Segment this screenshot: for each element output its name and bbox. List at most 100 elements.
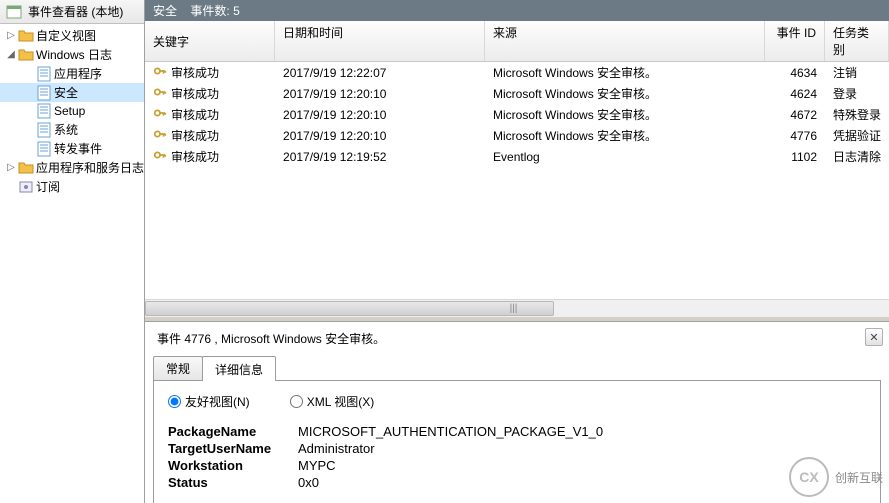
- cell-category: 日志清除: [825, 147, 889, 166]
- cell-datetime: 2017/9/19 12:20:10: [275, 128, 485, 144]
- tree-body[interactable]: ▷自定义视图 ◢ Windows 日志应用程序安全Setup系统转发事件▷应用程序和…: [0, 24, 144, 503]
- expander-icon[interactable]: [22, 142, 36, 156]
- event-row[interactable]: 审核成功 2017/9/19 12:20:10Microsoft Windows …: [145, 83, 889, 104]
- log-icon: [36, 85, 52, 101]
- expander-icon[interactable]: [22, 67, 36, 81]
- cell-event-id: 1102: [765, 149, 825, 165]
- cell-datetime: 2017/9/19 12:19:52: [275, 149, 485, 165]
- tree-header-title: 事件查看器 (本地): [28, 3, 123, 20]
- cell-datetime: 2017/9/19 12:22:07: [275, 65, 485, 81]
- cell-category: 注销: [825, 63, 889, 82]
- view-mode-radios: 友好视图(N) XML 视图(X): [168, 393, 866, 410]
- col-event-id[interactable]: 事件 ID: [765, 21, 825, 61]
- list-body[interactable]: 审核成功2017/9/19 12:22:07Microsoft Windows …: [145, 62, 889, 299]
- event-list: 关键字 日期和时间 来源 事件 ID 任务类别 审核成功2017/9/19 12…: [145, 21, 889, 321]
- info-count-prefix: 事件数:: [190, 4, 229, 18]
- detail-title: 事件 4776 , Microsoft Windows 安全审核。: [153, 326, 881, 353]
- scrollbar-grip-icon: |||: [510, 303, 518, 314]
- expander-icon[interactable]: [22, 104, 36, 118]
- detail-field-row: Status0x0: [168, 475, 866, 490]
- detail-field-row: TargetUserNameAdministrator: [168, 441, 866, 456]
- close-button[interactable]: ✕: [865, 328, 883, 346]
- radio-xml-label: XML 视图(X): [307, 393, 375, 410]
- tree-item[interactable]: ▷自定义视图: [0, 26, 144, 45]
- cell-keyword: 审核成功: [171, 106, 219, 123]
- event-row[interactable]: 审核成功2017/9/19 12:22:07Microsoft Windows …: [145, 62, 889, 83]
- tree-item[interactable]: ▷应用程序和服务日志: [0, 158, 144, 177]
- radio-xml-input[interactable]: [290, 395, 303, 408]
- expander-icon[interactable]: [22, 86, 36, 100]
- list-header[interactable]: 关键字 日期和时间 来源 事件 ID 任务类别: [145, 21, 889, 62]
- folder-icon: [18, 160, 34, 176]
- tree-item-label: Windows 日志: [36, 46, 112, 63]
- event-row[interactable]: 审核成功2017/9/19 12:20:10Microsoft Windows …: [145, 104, 889, 125]
- col-datetime[interactable]: 日期和时间: [275, 21, 485, 61]
- watermark-icon: CX: [789, 457, 829, 497]
- log-icon: [36, 141, 52, 157]
- field-name: Workstation: [168, 458, 298, 473]
- field-name: TargetUserName: [168, 441, 298, 456]
- cell-event-id: 4624: [765, 86, 825, 102]
- info-bar: 安全 事件数: 5: [145, 0, 889, 21]
- cell-source: Microsoft Windows 安全审核。: [485, 63, 765, 82]
- info-log-name: 安全: [153, 4, 177, 18]
- cell-source: Eventlog: [485, 149, 765, 165]
- col-source[interactable]: 来源: [485, 21, 765, 61]
- tree-item[interactable]: 订阅: [0, 177, 144, 196]
- log-icon: [36, 66, 52, 82]
- cell-datetime: 2017/9/19 12:20:10: [275, 86, 485, 102]
- radio-friendly-view[interactable]: 友好视图(N): [168, 393, 250, 410]
- log-icon: [36, 103, 52, 119]
- cell-event-id: 4776: [765, 128, 825, 144]
- radio-xml-view[interactable]: XML 视图(X): [290, 393, 375, 410]
- event-row[interactable]: 审核成功2017/9/19 12:19:52Eventlog1102日志清除: [145, 146, 889, 167]
- cell-source: Microsoft Windows 安全审核。: [485, 126, 765, 145]
- tree-item[interactable]: 系统: [0, 120, 144, 139]
- right-panel: 安全 事件数: 5 关键字 日期和时间 来源 事件 ID 任务类别 审核成功20…: [145, 0, 889, 503]
- sub-icon: [18, 179, 34, 195]
- cell-keyword: 审核成功: [171, 85, 219, 102]
- tree-item-label: 安全: [54, 84, 78, 101]
- key-icon: [153, 106, 167, 123]
- detail-fields: PackageNameMICROSOFT_AUTHENTICATION_PACK…: [168, 424, 866, 490]
- tree-item[interactable]: 应用程序: [0, 64, 144, 83]
- cell-source: Microsoft Windows 安全审核。: [485, 84, 765, 103]
- expander-icon[interactable]: [4, 180, 18, 194]
- folder-icon: [18, 47, 34, 63]
- tree-item-label: 系统: [54, 121, 78, 138]
- tree-panel: 事件查看器 (本地) ▷自定义视图 ◢ Windows 日志应用程序安全Setup系…: [0, 0, 145, 503]
- watermark-text: 创新互联: [835, 469, 883, 486]
- field-name: Status: [168, 475, 298, 490]
- expander-icon[interactable]: ▷: [4, 161, 18, 175]
- field-name: PackageName: [168, 424, 298, 439]
- tree-item-label: 应用程序: [54, 65, 102, 82]
- horizontal-scrollbar[interactable]: |||: [145, 299, 889, 317]
- radio-friendly-input[interactable]: [168, 395, 181, 408]
- tab-details-content: 友好视图(N) XML 视图(X) PackageNameMICROSOFT_A…: [153, 381, 881, 503]
- tab-details[interactable]: 详细信息: [202, 356, 276, 381]
- event-row[interactable]: 审核成功2017/9/19 12:20:10Microsoft Windows …: [145, 125, 889, 146]
- expander-icon[interactable]: ▷: [4, 29, 18, 43]
- expander-icon[interactable]: ◢: [4, 48, 18, 62]
- tree-item[interactable]: 安全: [0, 83, 144, 102]
- tree-item[interactable]: ◢ Windows 日志: [0, 45, 144, 64]
- field-value: MYPC: [298, 458, 336, 473]
- cell-event-id: 4672: [765, 107, 825, 123]
- cell-category: 特殊登录: [825, 105, 889, 124]
- expander-icon[interactable]: [22, 123, 36, 137]
- col-category[interactable]: 任务类别: [825, 21, 889, 61]
- tab-general[interactable]: 常规: [153, 356, 203, 380]
- tree-header: 事件查看器 (本地): [0, 0, 144, 24]
- tree-item[interactable]: 转发事件: [0, 139, 144, 158]
- event-viewer-icon: [6, 4, 22, 20]
- detail-panel: ✕ 事件 4776 , Microsoft Windows 安全审核。 常规 详…: [145, 321, 889, 503]
- col-keyword[interactable]: 关键字: [145, 21, 275, 61]
- tree-item-label: 订阅: [36, 178, 60, 195]
- cell-event-id: 4634: [765, 65, 825, 81]
- field-value: MICROSOFT_AUTHENTICATION_PACKAGE_V1_0: [298, 424, 603, 439]
- scrollbar-thumb[interactable]: [145, 301, 554, 316]
- key-icon: [153, 85, 167, 102]
- detail-field-row: WorkstationMYPC: [168, 458, 866, 473]
- key-icon: [153, 64, 167, 81]
- tree-item[interactable]: Setup: [0, 102, 144, 120]
